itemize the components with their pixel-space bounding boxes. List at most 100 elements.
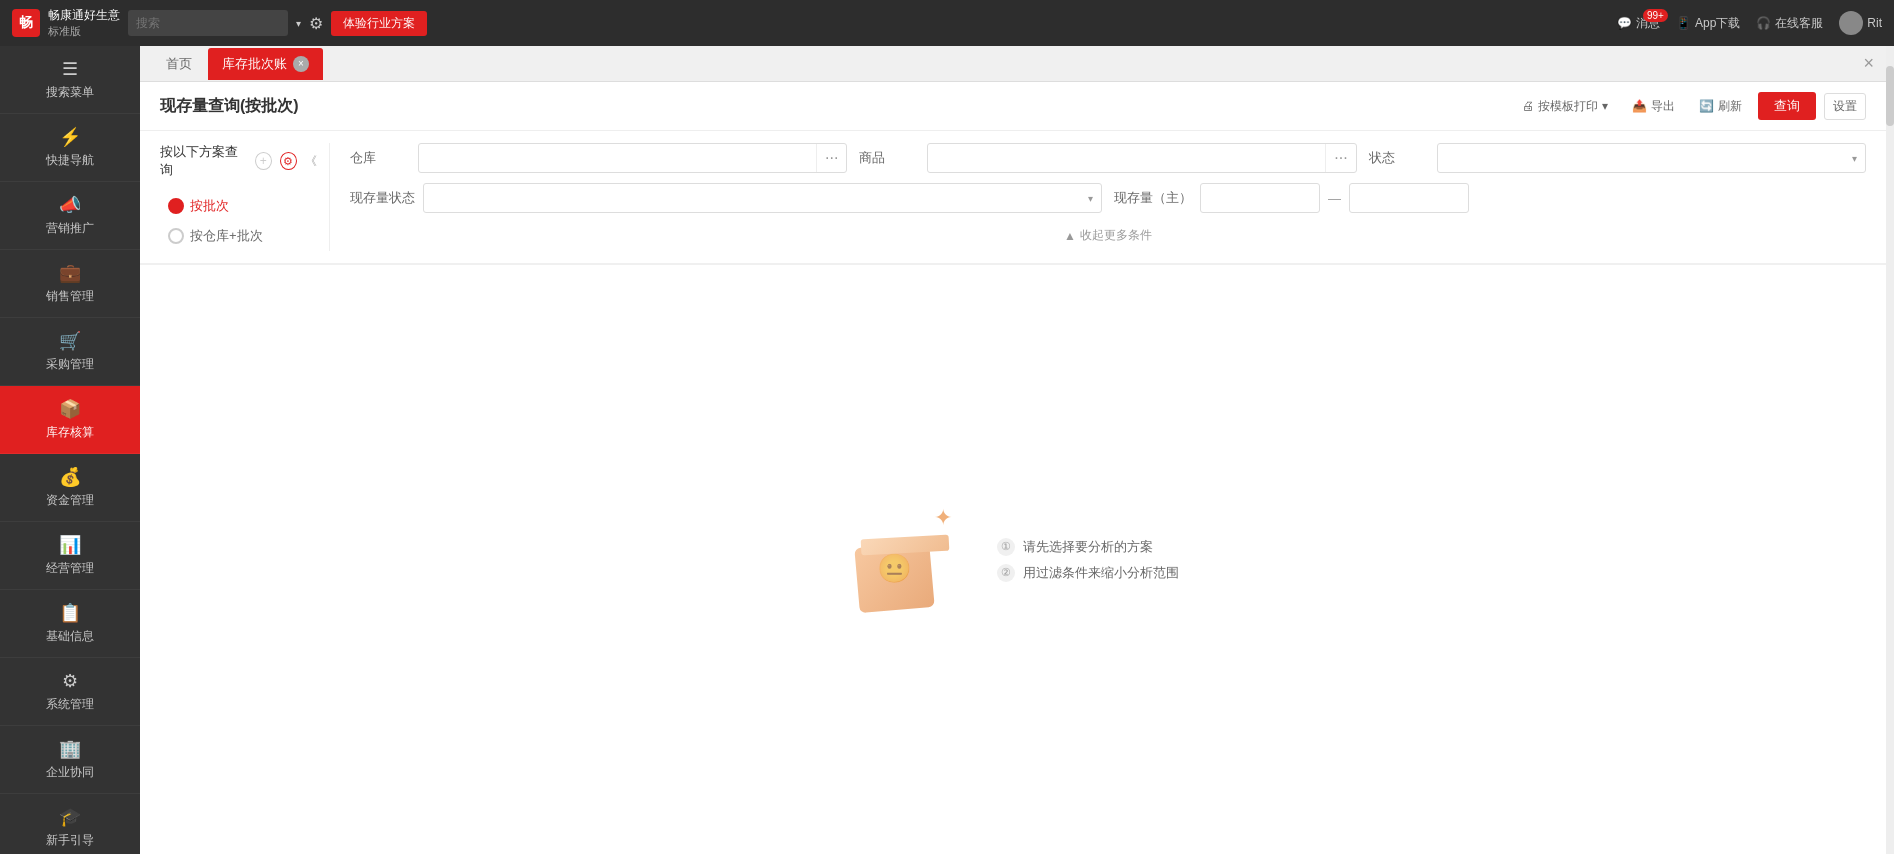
refresh-button[interactable]: 🔄 刷新 xyxy=(1691,94,1750,119)
main-layout: ☰ 搜索菜单 ⚡ 快捷导航 📣 营销推广 💼 销售管理 🛒 采购管理 📦 库存核… xyxy=(0,46,1894,854)
filter-panel: 按以下方案查询 + ⚙ 《 按批次 按仓库+批次 xyxy=(140,131,1886,263)
sidebar-item-search-menu[interactable]: ☰ 搜索菜单 xyxy=(0,46,140,114)
experience-button[interactable]: 体验行业方案 xyxy=(331,11,427,36)
refresh-icon: 🔄 xyxy=(1699,99,1714,113)
sidebar-label-marketing: 营销推广 xyxy=(46,220,94,237)
step-num-2: ② xyxy=(997,564,1015,582)
inventory-status-select[interactable]: ▾ xyxy=(423,183,1102,213)
search-menu-icon: ☰ xyxy=(62,58,78,80)
sidebar-label-quick-nav: 快捷导航 xyxy=(46,152,94,169)
tab-bar: 首页 库存批次账 × × xyxy=(140,46,1886,82)
tab-close-button[interactable]: × xyxy=(293,56,309,72)
settings-button[interactable]: 设置 xyxy=(1824,93,1866,120)
page-header: 现存量查询(按批次) 🖨 按模板打印 ▾ 📤 导出 🔄 刷新 查询 设置 xyxy=(140,82,1886,131)
product-input[interactable] xyxy=(928,151,1325,166)
topbar-left: 畅 畅康通好生意 标准版 ▾ ⚙ 体验行业方案 xyxy=(12,7,427,39)
messages-button[interactable]: 💬 消息 99+ xyxy=(1617,15,1660,32)
quantity-main-to-input[interactable] xyxy=(1349,183,1469,213)
filter-settings-icon[interactable]: ⚙ xyxy=(280,152,297,170)
filter-option-warehouse-batch-label: 按仓库+批次 xyxy=(190,227,263,245)
sidebar-item-guide[interactable]: 🎓 新手引导 xyxy=(0,794,140,854)
filter-add-icon[interactable]: + xyxy=(255,152,272,170)
app-download-button[interactable]: 📱 App下载 xyxy=(1676,15,1740,32)
product-input-wrapper[interactable]: ··· xyxy=(927,143,1356,173)
filter-main: 仓库 ··· 商品 ··· xyxy=(330,143,1866,251)
message-icon: 💬 xyxy=(1617,16,1632,30)
filter-option-batch-label: 按批次 xyxy=(190,197,229,215)
export-button[interactable]: 📤 导出 xyxy=(1624,94,1683,119)
inventory-icon: 📦 xyxy=(59,398,81,420)
export-icon: 📤 xyxy=(1632,99,1647,113)
scrollbar[interactable] xyxy=(1886,46,1894,854)
enterprise-icon: 🏢 xyxy=(59,738,81,760)
sidebar-item-basic-info[interactable]: 📋 基础信息 xyxy=(0,590,140,658)
app-logo: 畅 xyxy=(12,9,40,37)
sidebar-item-finance[interactable]: 💰 资金管理 xyxy=(0,454,140,522)
page-title: 现存量查询(按批次) xyxy=(160,96,299,117)
tab-home-label: 首页 xyxy=(166,55,192,73)
empty-sparkle-icon: ✦ xyxy=(934,505,952,531)
topbar-gear-icon[interactable]: ⚙ xyxy=(309,14,323,33)
empty-box-face-icon: 😐 xyxy=(877,552,912,585)
tab-inventory-batch[interactable]: 库存批次账 × xyxy=(208,48,323,80)
print-chevron-icon: ▾ xyxy=(1602,99,1608,113)
step-num-1: ① xyxy=(997,538,1015,556)
warehouse-dots-button[interactable]: ··· xyxy=(816,144,846,172)
sidebar-item-quick-nav[interactable]: ⚡ 快捷导航 xyxy=(0,114,140,182)
warehouse-input[interactable] xyxy=(419,151,816,166)
page-actions: 🖨 按模板打印 ▾ 📤 导出 🔄 刷新 查询 设置 xyxy=(1514,92,1866,120)
quick-nav-icon: ⚡ xyxy=(59,126,81,148)
topbar: 畅 畅康通好生意 标准版 ▾ ⚙ 体验行业方案 💬 消息 99+ 📱 App下载… xyxy=(0,0,1894,46)
status-label: 状态 xyxy=(1369,149,1429,167)
sidebar-item-operations[interactable]: 📊 经营管理 xyxy=(0,522,140,590)
search-input[interactable] xyxy=(128,10,288,36)
content-close-icon[interactable]: × xyxy=(1863,53,1874,74)
inventory-status-label: 现存量状态 xyxy=(350,189,415,207)
collapse-up-icon: ▲ xyxy=(1064,229,1076,243)
empty-step-1: ① 请先选择要分析的方案 xyxy=(997,538,1179,556)
empty-state: ✦ 😐 ① 请先选择要分析的方案 ② 用过滤条件来缩小分析范围 xyxy=(847,505,1179,615)
collapse-button[interactable]: ▲ 收起更多条件 xyxy=(350,223,1866,248)
quantity-main-label: 现存量（主） xyxy=(1114,189,1192,207)
sidebar-label-enterprise: 企业协同 xyxy=(46,764,94,781)
filter-option-warehouse-batch[interactable]: 按仓库+批次 xyxy=(160,221,317,251)
sidebar-item-purchase[interactable]: 🛒 采购管理 xyxy=(0,318,140,386)
sidebar: ☰ 搜索菜单 ⚡ 快捷导航 📣 营销推广 💼 销售管理 🛒 采购管理 📦 库存核… xyxy=(0,46,140,854)
content-area: 首页 库存批次账 × × 现存量查询(按批次) 🖨 按模板打印 ▾ 📤 xyxy=(140,46,1886,854)
filter-collapse-icon[interactable]: 《 xyxy=(305,153,317,170)
operations-icon: 📊 xyxy=(59,534,81,556)
sidebar-item-sales[interactable]: 💼 销售管理 xyxy=(0,250,140,318)
sidebar-item-enterprise[interactable]: 🏢 企业协同 xyxy=(0,726,140,794)
print-button[interactable]: 🖨 按模板打印 ▾ xyxy=(1514,94,1616,119)
warehouse-input-wrapper[interactable]: ··· xyxy=(418,143,847,173)
tab-home[interactable]: 首页 xyxy=(152,48,206,80)
filter-field-quantity-main: 现存量（主） — xyxy=(1114,183,1866,213)
filter-field-status: 状态 ▾ xyxy=(1369,143,1866,173)
status-select[interactable]: ▾ xyxy=(1437,143,1866,173)
print-icon: 🖨 xyxy=(1522,99,1534,113)
filter-option-batch[interactable]: 按批次 xyxy=(160,191,317,221)
sidebar-label-basic-info: 基础信息 xyxy=(46,628,94,645)
sidebar-item-system[interactable]: ⚙ 系统管理 xyxy=(0,658,140,726)
sidebar-label-system: 系统管理 xyxy=(46,696,94,713)
sidebar-label-purchase: 采购管理 xyxy=(46,356,94,373)
filter-field-warehouse: 仓库 ··· xyxy=(350,143,847,173)
warehouse-label: 仓库 xyxy=(350,149,410,167)
filter-field-product: 商品 ··· xyxy=(859,143,1356,173)
product-dots-button[interactable]: ··· xyxy=(1325,144,1355,172)
user-avatar[interactable]: Rit xyxy=(1839,11,1882,35)
sales-icon: 💼 xyxy=(59,262,81,284)
scroll-thumb[interactable] xyxy=(1886,66,1894,126)
query-button[interactable]: 查询 xyxy=(1758,92,1816,120)
sidebar-item-marketing[interactable]: 📣 营销推广 xyxy=(0,182,140,250)
sidebar-item-inventory[interactable]: 📦 库存核算 xyxy=(0,386,140,454)
phone-icon: 📱 xyxy=(1676,16,1691,30)
sidebar-label-search-menu: 搜索菜单 xyxy=(46,84,94,101)
search-chevron-icon[interactable]: ▾ xyxy=(296,18,301,29)
avatar xyxy=(1839,11,1863,35)
tab-inventory-batch-label: 库存批次账 xyxy=(222,55,287,73)
online-service-button[interactable]: 🎧 在线客服 xyxy=(1756,15,1823,32)
quantity-main-from-input[interactable] xyxy=(1200,183,1320,213)
filter-option-warehouse-batch-icon xyxy=(168,228,184,244)
topbar-right: 💬 消息 99+ 📱 App下载 🎧 在线客服 Rit xyxy=(1617,11,1882,35)
